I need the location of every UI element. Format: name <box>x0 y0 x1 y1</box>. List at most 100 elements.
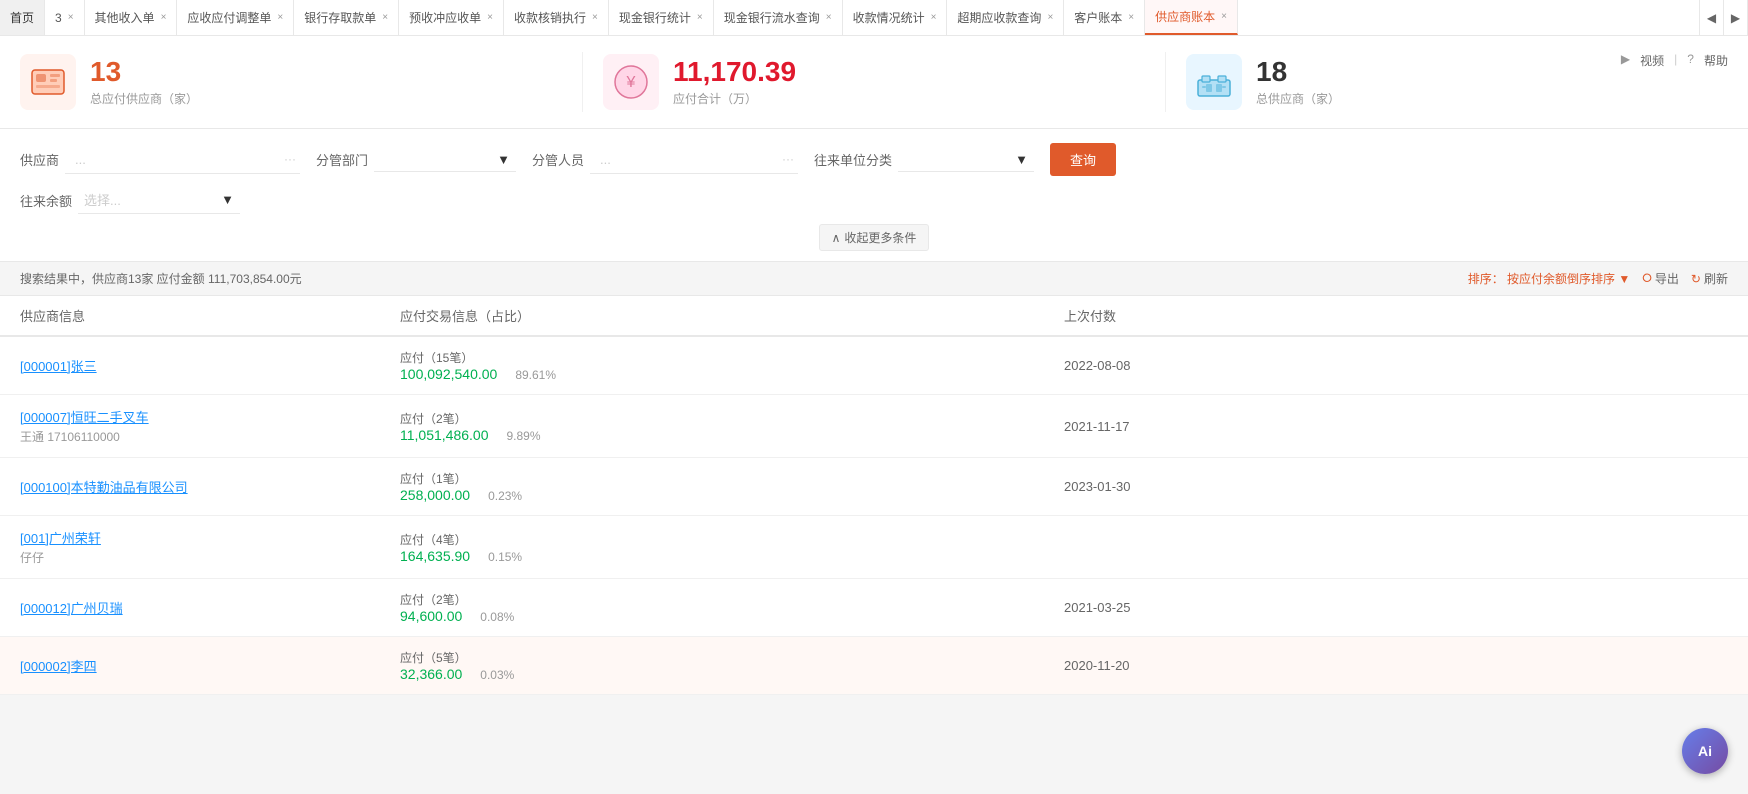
video-icon: ▶ <box>1621 52 1630 69</box>
txn-amount-5[interactable]: 94,600.00 <box>400 608 462 624</box>
close-icon[interactable]: × <box>697 12 703 23</box>
nav-tab-other-income[interactable]: 其他收入单 × <box>85 0 178 35</box>
nav-tab-ar-ap-adjust[interactable]: 应收应付调整单 × <box>177 0 294 35</box>
help-icon: ? <box>1687 52 1694 69</box>
export-icon: ⭘ <box>1642 271 1652 286</box>
close-icon[interactable]: × <box>487 12 493 23</box>
nav-tab-customer-ledger[interactable]: 客户账本 × <box>1064 0 1145 35</box>
supplier-link-4[interactable]: [001]广州荣轩 <box>20 528 400 547</box>
close-icon[interactable]: × <box>1221 11 1227 22</box>
nav-tab-receipt-stat[interactable]: 收款情况统计 × <box>843 0 948 35</box>
txn-percent-3: 0.23% <box>488 489 522 503</box>
txn-amount-4[interactable]: 164,635.90 <box>400 548 470 564</box>
txn-label-2: 应付（2笔） <box>400 410 1064 427</box>
stat-info-1: 13 总应付供应商（家） <box>90 57 198 107</box>
sort-prefix: 排序： <box>1468 272 1504 286</box>
last-pay-2: 2021-11-17 <box>1064 419 1728 434</box>
txn-cell-3: 应付（1笔） 258,000.00 0.23% <box>400 470 1064 503</box>
txn-amount-2[interactable]: 11,051,486.00 <box>400 427 489 443</box>
table-scroll: [000001]张三 应付（15笔） 100,092,540.00 89.61%… <box>0 337 1748 695</box>
ai-badge-button[interactable]: Ai <box>1682 728 1728 774</box>
supplier-link-3[interactable]: [000100]本特勤油品有限公司 <box>20 477 400 496</box>
last-pay-6: 2020-11-20 <box>1064 658 1728 673</box>
nav-tab-cash-bank-stat[interactable]: 现金银行统计 × <box>609 0 714 35</box>
advance-ar-label: 预收冲应收单 <box>409 9 481 26</box>
supplier-link-2[interactable]: [000007]恒旺二手叉车 <box>20 407 400 426</box>
close-icon[interactable]: × <box>1047 12 1053 23</box>
top-nav: 首页 3 × 其他收入单 × 应收应付调整单 × 银行存取款单 × 预收冲应收单… <box>0 0 1748 36</box>
sort-chevron-icon: ▼ <box>1618 272 1630 286</box>
nav-tab-cash-bank-flow[interactable]: 现金银行流水查询 × <box>714 0 843 35</box>
supplier-cell-3: [000100]本特勤油品有限公司 <box>20 477 400 496</box>
txn-amount-1[interactable]: 100,092,540.00 <box>400 366 497 382</box>
txn-percent-1: 89.61% <box>515 368 556 382</box>
export-button[interactable]: ⭘ 导出 <box>1642 270 1679 287</box>
stat-number-2: 11,170.39 <box>673 57 796 88</box>
dept-filter: 分管部门 ▼ <box>316 148 516 172</box>
txn-label-5: 应付（2笔） <box>400 591 1064 608</box>
col-header-supplier: 供应商信息 <box>20 306 400 325</box>
nav-next-button[interactable]: ▶ <box>1724 0 1748 35</box>
person-ellipsis-icon: ··· <box>782 152 794 166</box>
filter-row-2: 往来余额 选择... ▼ <box>20 186 1728 214</box>
close-icon[interactable]: × <box>1128 12 1134 23</box>
txn-label-1: 应付（15笔） <box>400 349 1064 366</box>
video-link[interactable]: 视频 <box>1640 52 1664 69</box>
link-separator: | <box>1674 52 1677 69</box>
overdue-ar-label: 超期应收款查询 <box>957 9 1041 26</box>
top-right-links: ▶ 视频 | ? 帮助 <box>1621 52 1728 69</box>
filter-row-1: 供应商 ··· 分管部门 ▼ 分管人员 ··· 往来单位分类 <box>20 143 1728 176</box>
last-pay-1: 2022-08-08 <box>1064 358 1728 373</box>
close-icon[interactable]: × <box>382 12 388 23</box>
table-area: 供应商信息 应付交易信息（占比） 上次付数 [000001]张三 应付（15笔）… <box>0 296 1748 695</box>
table-header: 供应商信息 应付交易信息（占比） 上次付数 <box>0 296 1748 337</box>
txn-amount-3[interactable]: 258,000.00 <box>400 487 470 503</box>
nav-prev-button[interactable]: ◀ <box>1700 0 1724 35</box>
nav-tab-supplier-ledger[interactable]: 供应商账本 × <box>1145 0 1238 35</box>
txn-cell-6: 应付（5笔） 32,366.00 0.03% <box>400 649 1064 682</box>
close-icon[interactable]: × <box>161 12 167 23</box>
sort-value[interactable]: 按应付余额倒序排序 <box>1507 272 1615 286</box>
nav-tab-receipt-verify[interactable]: 收款核销执行 × <box>504 0 609 35</box>
receipt-verify-label: 收款核销执行 <box>514 9 586 26</box>
balance-label: 往来余额 <box>20 191 72 210</box>
refresh-button[interactable]: ↻ 刷新 <box>1691 270 1728 287</box>
supplier-link-1[interactable]: [000001]张三 <box>20 356 400 375</box>
table-row: [000012]广州贝瑞 应付（2笔） 94,600.00 0.08% 2021… <box>0 579 1748 637</box>
close-icon[interactable]: × <box>931 12 937 23</box>
unit-type-chevron-icon: ▼ <box>1015 152 1028 167</box>
tab3-label: 3 <box>55 11 62 25</box>
supplier-link-6[interactable]: [000002]李四 <box>20 656 400 675</box>
person-label: 分管人员 <box>532 150 584 169</box>
close-icon[interactable]: × <box>592 12 598 23</box>
stat-card-amount: ¥ 11,170.39 应付合计（万） <box>603 54 1145 110</box>
person-input[interactable] <box>594 148 782 171</box>
table-row: [001]广州荣轩 仔仔 应付（4笔） 164,635.90 0.15% <box>0 516 1748 579</box>
help-link[interactable]: 帮助 <box>1704 52 1728 69</box>
close-icon[interactable]: × <box>826 12 832 23</box>
unit-type-filter: 往来单位分类 ▼ <box>814 148 1034 172</box>
supplier-link-5[interactable]: [000012]广州贝瑞 <box>20 598 400 617</box>
person-filter: 分管人员 ··· <box>532 146 798 174</box>
balance-select[interactable]: 选择... ▼ <box>78 186 240 214</box>
ar-ap-adjust-label: 应收应付调整单 <box>187 9 271 26</box>
supplier-input[interactable] <box>69 148 284 171</box>
stat-number-3: 18 <box>1256 57 1340 88</box>
nav-tab-advance-ar[interactable]: 预收冲应收单 × <box>399 0 504 35</box>
dept-select[interactable]: ▼ <box>374 148 516 172</box>
nav-tab-3[interactable]: 3 × <box>45 0 85 35</box>
nav-tab-overdue-ar[interactable]: 超期应收款查询 × <box>947 0 1064 35</box>
balance-placeholder: 选择... <box>84 190 121 209</box>
nav-tab-bank-deposit[interactable]: 银行存取款单 × <box>294 0 399 35</box>
cash-bank-flow-label: 现金银行流水查询 <box>724 9 820 26</box>
supplier-cell-5: [000012]广州贝瑞 <box>20 598 400 617</box>
query-button[interactable]: 查询 <box>1050 143 1116 176</box>
close-icon[interactable]: × <box>68 12 74 23</box>
txn-label-3: 应付（1笔） <box>400 470 1064 487</box>
result-info: 搜索结果中，供应商13家 应付金额 111,703,854.00元 <box>20 270 302 287</box>
unit-type-select[interactable]: ▼ <box>898 148 1034 172</box>
collapse-button[interactable]: ∧ 收起更多条件 <box>819 224 930 251</box>
txn-amount-6[interactable]: 32,366.00 <box>400 666 462 682</box>
nav-tab-home[interactable]: 首页 <box>0 0 45 35</box>
close-icon[interactable]: × <box>277 12 283 23</box>
